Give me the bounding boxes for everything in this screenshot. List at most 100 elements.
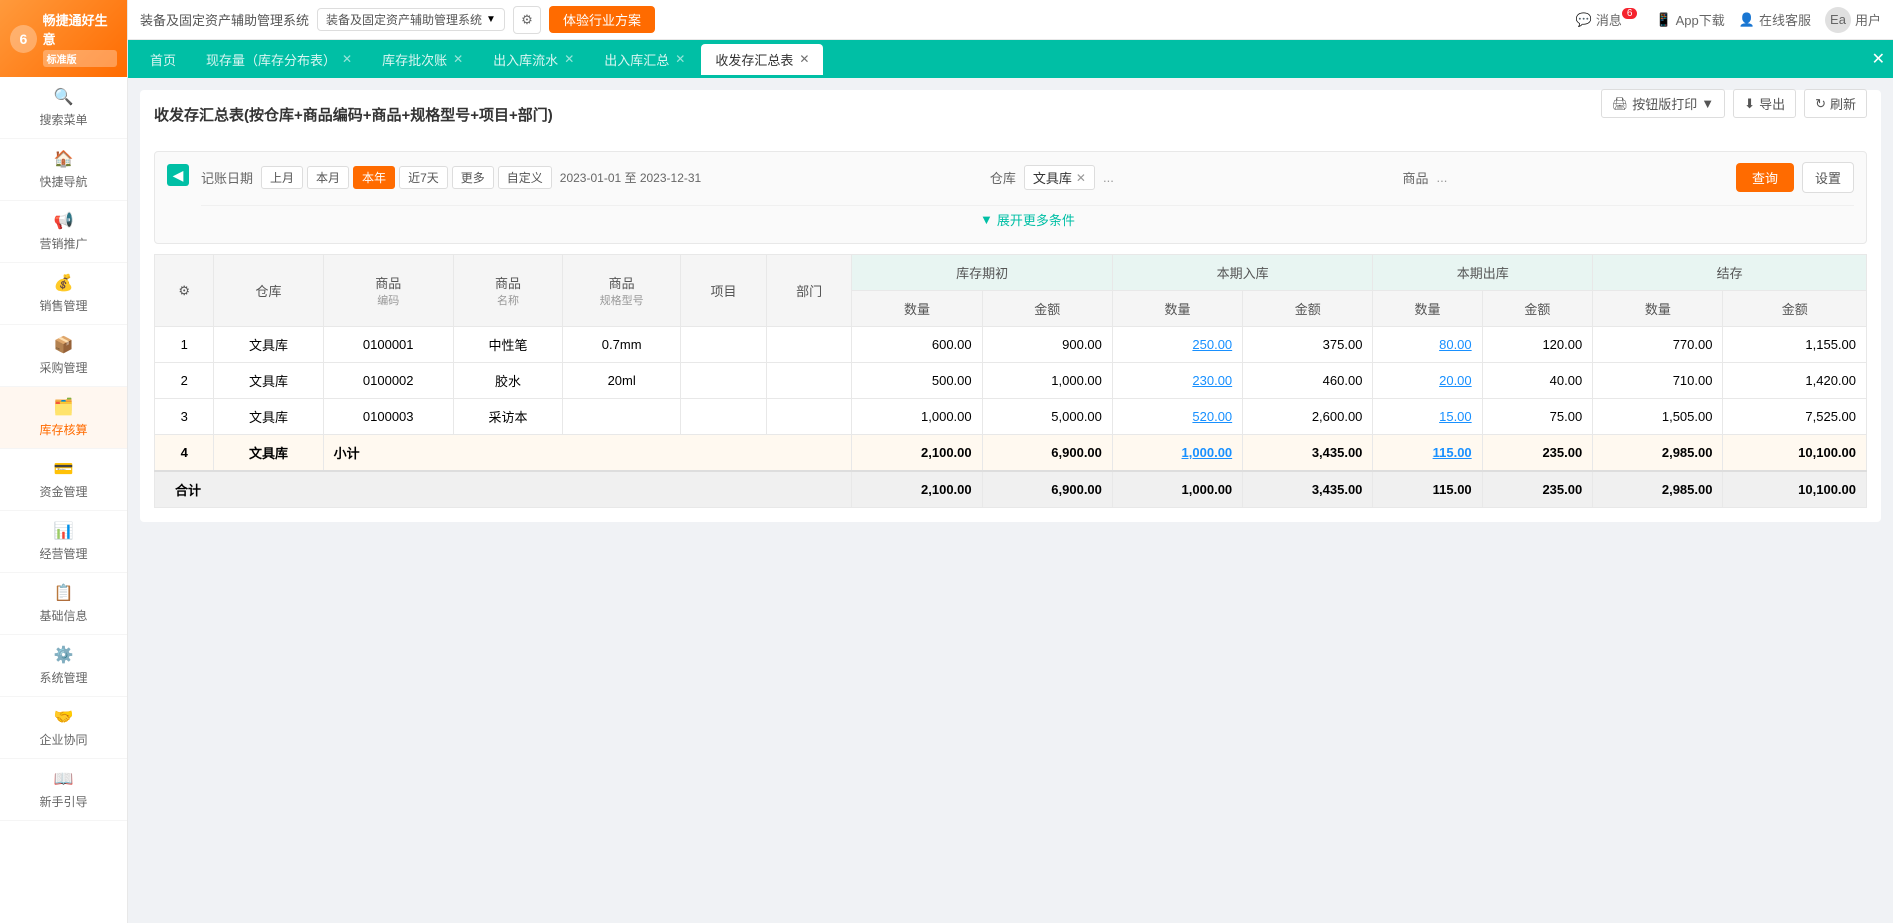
export-button[interactable]: ⬇ 导出: [1733, 89, 1796, 118]
date-btn-近7天[interactable]: 近7天: [399, 166, 448, 189]
th-index: ⚙: [155, 255, 214, 327]
total-open-qty: 2,100.00: [852, 471, 982, 508]
sidebar-label-purchase: 采购管理: [39, 359, 87, 376]
th-opening: 库存期初: [852, 255, 1113, 291]
cell-out-amt-2: 75.00: [1482, 399, 1593, 435]
cell-code-0: 0100001: [323, 327, 453, 363]
query-button[interactable]: 查询: [1736, 163, 1794, 192]
tabbar-close-btn[interactable]: ✕: [1872, 49, 1885, 69]
app-name: 畅捷通好生意: [43, 10, 117, 48]
sidebar-item-collab[interactable]: 🤝 企业协同: [0, 697, 127, 759]
out-qty-link-1[interactable]: 20.00: [1439, 373, 1472, 388]
tab-close-4[interactable]: ✕: [675, 52, 685, 66]
sidebar-item-marketing[interactable]: 📢 营销推广: [0, 201, 127, 263]
print-button[interactable]: 🖨 按钮版打印 ▼: [1601, 89, 1725, 118]
tab-1[interactable]: 现存量（库存分布表） ✕: [192, 44, 366, 75]
refresh-button[interactable]: ↻ 刷新: [1804, 89, 1867, 118]
collab-icon: 🤝: [54, 707, 74, 727]
cell-open-amt-0: 900.00: [982, 327, 1112, 363]
subtotal-index: 4: [155, 435, 214, 472]
sidebar-nav: 🔍 搜索菜单 🏠 快捷导航 📢 营销推广 💰 销售管理 📦 采购管理 🗂️ 库存…: [0, 77, 127, 821]
date-btn-更多[interactable]: 更多: [452, 166, 494, 189]
warehouse-tag-remove[interactable]: ✕: [1076, 171, 1086, 185]
expand-more-btn[interactable]: ▼ 展开更多条件: [201, 205, 1854, 233]
sidebar-item-inventory[interactable]: 🗂️ 库存核算: [0, 387, 127, 449]
sidebar-item-purchase[interactable]: 📦 采购管理: [0, 325, 127, 387]
tab-label-1: 现存量（库存分布表）: [206, 50, 336, 69]
total-close-qty: 2,985.00: [1593, 471, 1723, 508]
th-in: 本期入库: [1112, 255, 1373, 291]
cell-warehouse-0: 文具库: [214, 327, 323, 363]
app-download-item[interactable]: 📱 App下载: [1655, 10, 1724, 29]
guide-icon: 📖: [54, 769, 74, 789]
goods-ellipsis[interactable]: ...: [1436, 170, 1447, 185]
user-item[interactable]: Ea 用户: [1825, 7, 1881, 33]
tab-label-4: 出入库汇总: [604, 50, 669, 69]
tab-5[interactable]: 收发存汇总表✕: [701, 44, 823, 75]
th-spec: 商品 规格型号: [563, 255, 681, 327]
sidebar-item-operations[interactable]: 📊 经营管理: [0, 511, 127, 573]
warehouse-ellipsis[interactable]: ...: [1103, 170, 1114, 185]
expand-down-icon: ▼: [980, 212, 993, 227]
in-qty-link-0[interactable]: 250.00: [1192, 337, 1232, 352]
date-btn-本月[interactable]: 本月: [307, 166, 349, 189]
tab-close-3[interactable]: ✕: [564, 52, 574, 66]
cell-index-0: 1: [155, 327, 214, 363]
date-buttons: 上月本月本年近7天更多自定义: [261, 166, 552, 189]
out-qty-link-0[interactable]: 80.00: [1439, 337, 1472, 352]
trial-button[interactable]: 体验行业方案: [549, 6, 655, 33]
sidebar-item-basic[interactable]: 📋 基础信息: [0, 573, 127, 635]
tab-close-1[interactable]: ✕: [342, 52, 352, 66]
tab-3[interactable]: 出入库流水✕: [479, 44, 588, 75]
date-btn-上月[interactable]: 上月: [261, 166, 303, 189]
th-project: 项目: [681, 255, 767, 327]
sidebar-item-finance[interactable]: 💳 资金管理: [0, 449, 127, 511]
in-qty-link-1[interactable]: 230.00: [1192, 373, 1232, 388]
subtotal-open-amt: 6,900.00: [982, 435, 1112, 472]
subtotal-out-qty: 115.00: [1373, 435, 1482, 472]
date-btn-本年[interactable]: 本年: [353, 166, 395, 189]
cell-close-amt-0: 1,155.00: [1723, 327, 1867, 363]
total-in-amt: 3,435.00: [1243, 471, 1373, 508]
cell-out-qty-1: 20.00: [1373, 363, 1482, 399]
sidebar-label-inventory: 库存核算: [39, 421, 87, 438]
tab-0[interactable]: 首页: [136, 44, 190, 75]
warehouse-tag-value: 文具库: [1033, 168, 1072, 187]
online-service-label: 在线客服: [1759, 10, 1811, 29]
cell-out-qty-2: 15.00: [1373, 399, 1482, 435]
sidebar-label-marketing: 营销推广: [39, 235, 87, 252]
tab-close-2[interactable]: ✕: [453, 52, 463, 66]
cell-name-0: 中性笔: [453, 327, 562, 363]
sidebar-item-system[interactable]: ⚙️ 系统管理: [0, 635, 127, 697]
date-btn-自定义[interactable]: 自定义: [498, 166, 552, 189]
filter-toggle-btn[interactable]: ◀: [167, 164, 189, 186]
page-title: 收发存汇总表(按仓库+商品编码+商品+规格型号+项目+部门): [154, 104, 553, 125]
cell-open-qty-0: 600.00: [852, 327, 982, 363]
message-item[interactable]: 💬 消息 6: [1576, 10, 1642, 29]
sidebar-item-sales[interactable]: 💰 销售管理: [0, 263, 127, 325]
system-select[interactable]: 装备及固定资产辅助管理系统 ▼: [317, 8, 505, 31]
cell-close-qty-1: 710.00: [1593, 363, 1723, 399]
app-download-label: App下载: [1676, 10, 1725, 29]
cell-dept-1: [766, 363, 852, 399]
settings-icon[interactable]: ⚙: [178, 283, 190, 298]
gear-button[interactable]: ⚙: [513, 6, 541, 34]
online-service-item[interactable]: 👤 在线客服: [1739, 10, 1811, 29]
th-out-amt: 金额: [1482, 291, 1593, 327]
sidebar-item-search[interactable]: 🔍 搜索菜单: [0, 77, 127, 139]
tab-close-5[interactable]: ✕: [799, 52, 809, 66]
in-qty-link-2[interactable]: 520.00: [1192, 409, 1232, 424]
subtotal-out-link[interactable]: 115.00: [1433, 445, 1472, 460]
settings-button[interactable]: 设置: [1802, 162, 1854, 193]
tab-2[interactable]: 库存批次账✕: [368, 44, 477, 75]
subtotal-in-amt: 3,435.00: [1243, 435, 1373, 472]
sidebar-item-quicknav[interactable]: 🏠 快捷导航: [0, 139, 127, 201]
out-qty-link-2[interactable]: 15.00: [1439, 409, 1472, 424]
topbar: 装备及固定资产辅助管理系统 装备及固定资产辅助管理系统 ▼ ⚙ 体验行业方案 💬…: [128, 0, 1893, 40]
cell-project-2: [681, 399, 767, 435]
subtotal-in-link[interactable]: 1,000.00: [1182, 445, 1233, 460]
sidebar-item-guide[interactable]: 📖 新手引导: [0, 759, 127, 821]
chevron-down-icon: ▼: [1701, 96, 1714, 111]
tab-4[interactable]: 出入库汇总 ✕: [590, 44, 699, 75]
logo-icon: 6: [10, 25, 37, 53]
